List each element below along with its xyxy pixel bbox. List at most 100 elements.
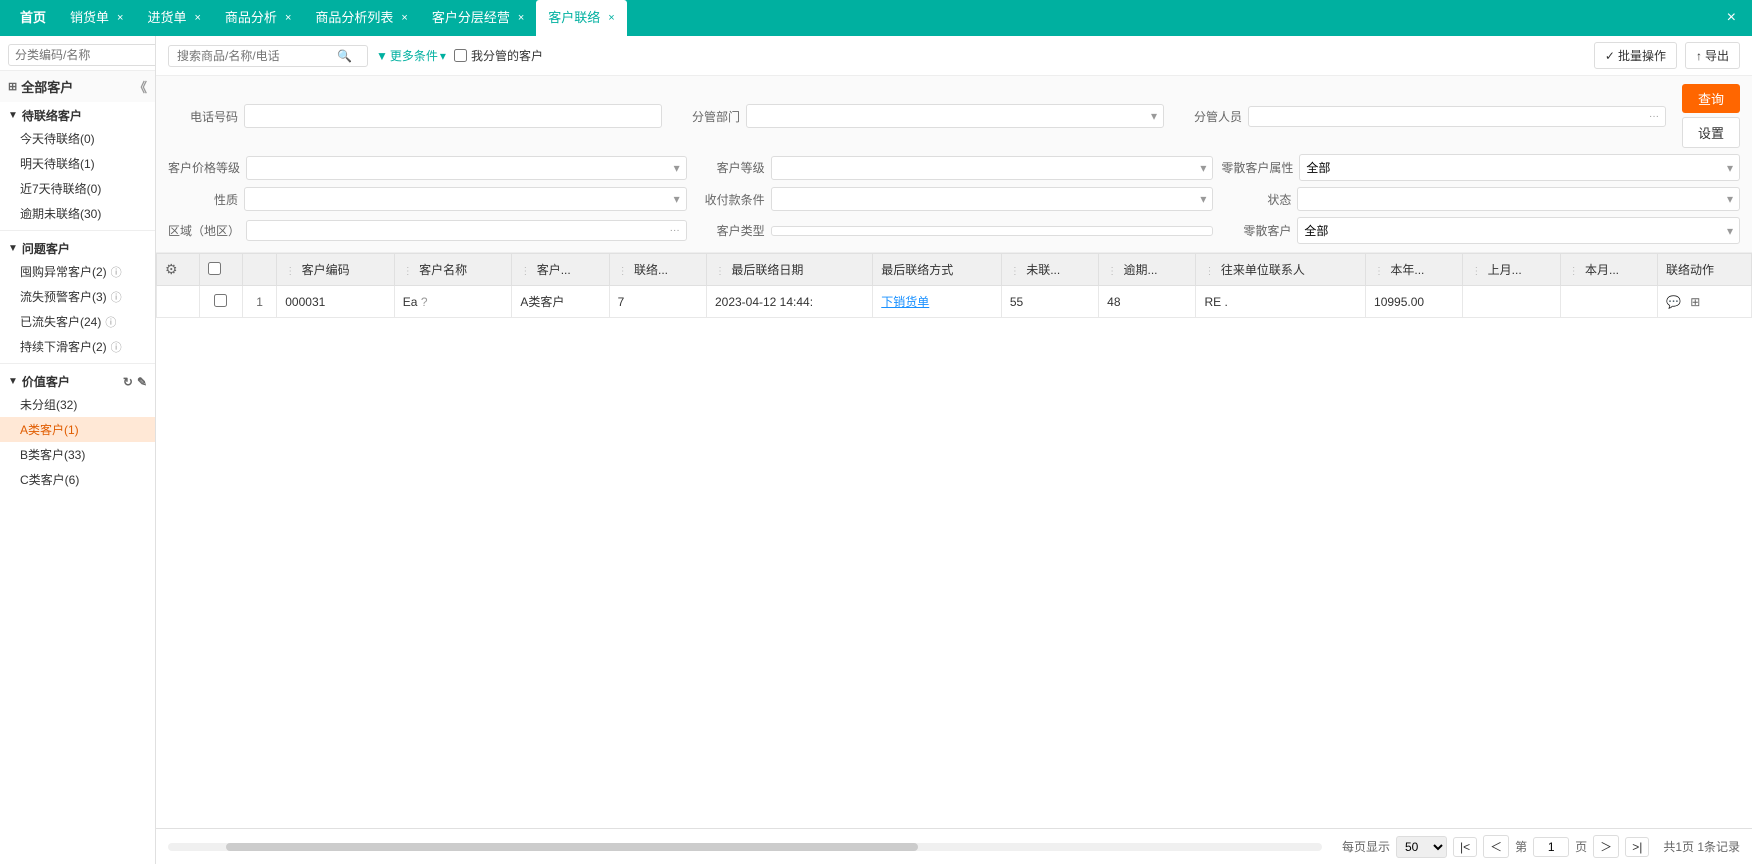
- col-handle-date: ⋮: [715, 266, 725, 277]
- refresh-icon[interactable]: ↻: [123, 375, 133, 389]
- close-customer-contact-tab[interactable]: ×: [608, 0, 614, 36]
- per-page-select[interactable]: 50 20 100: [1396, 836, 1447, 858]
- nav-purchase[interactable]: 进货单 ×: [135, 0, 212, 36]
- chat-icon[interactable]: 💬: [1666, 295, 1681, 309]
- col-contact[interactable]: ⋮ 联络...: [609, 254, 706, 286]
- col-handle-code: ⋮: [285, 266, 295, 277]
- row-last-month: [1463, 286, 1560, 318]
- close-app-button[interactable]: ×: [1719, 9, 1744, 27]
- edit-icon[interactable]: ✎: [137, 375, 147, 389]
- input-manager[interactable]: ···: [1248, 106, 1666, 127]
- field-price-level: 客户价格等级 ▾: [168, 156, 687, 180]
- sidebar-group-value[interactable]: ▼ 价值客户 ↻ ✎: [0, 368, 155, 392]
- page-suffix-label: 页: [1575, 838, 1587, 855]
- sidebar-item-tomorrow[interactable]: 明天待联络(1): [0, 151, 155, 176]
- col-last-date[interactable]: ⋮ 最后联络日期: [706, 254, 872, 286]
- col-handle-name: ⋮: [403, 266, 413, 277]
- table-row: 1 000031 Ea ? A类客户 7 2023-04-12 14:44: 下…: [157, 286, 1752, 318]
- my-customers-checkbox[interactable]: [454, 49, 467, 62]
- nav-sales[interactable]: 销货单 ×: [58, 0, 135, 36]
- chevron-scatter-icon: ▾: [1727, 161, 1733, 175]
- next-page-button[interactable]: ＞: [1593, 835, 1619, 858]
- col-this-year[interactable]: ⋮ 本年...: [1366, 254, 1463, 286]
- close-purchase-tab[interactable]: ×: [194, 0, 200, 36]
- filter-more-button[interactable]: ▼ 更多条件 ▾: [376, 47, 446, 64]
- select-payment[interactable]: ▾: [771, 187, 1214, 211]
- page-input[interactable]: [1533, 837, 1569, 857]
- sidebar-item-abnormal[interactable]: 囤购异常客户(2) ⓘ: [0, 259, 155, 284]
- select-price-level[interactable]: ▾: [246, 156, 687, 180]
- close-goods-list-tab[interactable]: ×: [401, 0, 407, 36]
- filter-search-icon[interactable]: 🔍: [337, 49, 352, 63]
- col-code[interactable]: ⋮ 客户编码: [277, 254, 395, 286]
- sidebar-item-today[interactable]: 今天待联络(0): [0, 126, 155, 151]
- close-goods-analysis-tab[interactable]: ×: [285, 0, 291, 36]
- row-this-year: 10995.00: [1366, 286, 1463, 318]
- col-this-month[interactable]: ⋮ 本月...: [1560, 254, 1657, 286]
- select-dept[interactable]: ▾: [746, 104, 1164, 128]
- prev-page-button[interactable]: ＜: [1483, 835, 1509, 858]
- nav-goods-analysis[interactable]: 商品分析 ×: [213, 0, 303, 36]
- input-customer-type[interactable]: [771, 226, 1214, 236]
- gear-icon[interactable]: ⚙: [165, 261, 178, 277]
- col-type[interactable]: ⋮ 客户...: [512, 254, 609, 286]
- row-checkbox[interactable]: [214, 294, 227, 307]
- col-uncontacted[interactable]: ⋮ 未联...: [1001, 254, 1098, 286]
- col-contact2[interactable]: ⋮ 往来单位联系人: [1196, 254, 1366, 286]
- col-overdue[interactable]: ⋮ 逾期...: [1099, 254, 1196, 286]
- sidebar-group-pending[interactable]: ▼ 待联络客户: [0, 102, 155, 126]
- export-button[interactable]: ↑ 导出: [1685, 42, 1740, 69]
- scrollbar-thumb: [226, 843, 918, 851]
- sidebar-item-b-class[interactable]: B类客户(33): [0, 442, 155, 467]
- settings-button[interactable]: 设置: [1682, 117, 1740, 148]
- col-name[interactable]: ⋮ 客户名称: [394, 254, 512, 286]
- col-last-method[interactable]: 最后联络方式: [873, 254, 1002, 286]
- select-nature[interactable]: ▾: [244, 187, 687, 211]
- col-handle-overdue: ⋮: [1107, 266, 1117, 277]
- sidebar-search-input[interactable]: [8, 44, 156, 66]
- input-region[interactable]: ···: [246, 220, 687, 241]
- query-button[interactable]: 查询: [1682, 84, 1740, 113]
- field-region: 区域（地区） ···: [168, 220, 687, 241]
- sidebar-item-lost[interactable]: 已流失客户(24) ⓘ: [0, 309, 155, 334]
- sidebar-item-c-class[interactable]: C类客户(6): [0, 467, 155, 492]
- last-method-link[interactable]: 下销货单: [881, 295, 929, 309]
- select-scatter-attr[interactable]: 全部 ▾: [1299, 154, 1740, 181]
- col-handle-contact: ⋮: [618, 266, 628, 277]
- sidebar: 🔍 ⊞ 全部客户 《 ▼ 待联络客户 今天待联络(0) 明天待联络(1) 近7天…: [0, 36, 156, 864]
- sidebar-collapse-icon[interactable]: 《: [134, 77, 147, 96]
- sidebar-item-week[interactable]: 近7天待联络(0): [0, 176, 155, 201]
- last-page-button[interactable]: >|: [1625, 837, 1649, 857]
- qr-icon[interactable]: ⊞: [1690, 295, 1700, 309]
- nav-customer-tier[interactable]: 客户分层经营 ×: [420, 0, 536, 36]
- select-scatter[interactable]: 全部 ▾: [1297, 217, 1740, 244]
- nav-customer-contact[interactable]: 客户联络 ×: [536, 0, 626, 36]
- bulk-ops-button[interactable]: ✓ 批量操作: [1594, 42, 1677, 69]
- sidebar-item-a-class[interactable]: A类客户(1): [0, 417, 155, 442]
- sidebar-item-overdue[interactable]: 逾期未联络(30): [0, 201, 155, 226]
- nav-goods-list[interactable]: 商品分析列表 ×: [303, 0, 419, 36]
- row-actions: 💬 ⊞: [1657, 286, 1751, 318]
- select-all-checkbox[interactable]: [208, 262, 221, 275]
- sidebar-item-ungrouped[interactable]: 未分组(32): [0, 392, 155, 417]
- filter-search-input[interactable]: [177, 49, 337, 63]
- nav-home[interactable]: 首页: [8, 0, 58, 36]
- sidebar-item-warning[interactable]: 流失预警客户(3) ⓘ: [0, 284, 155, 309]
- input-phone[interactable]: [244, 104, 662, 128]
- first-page-button[interactable]: |<: [1453, 837, 1477, 857]
- chevron-nature-icon: ▾: [674, 192, 680, 206]
- sidebar-group-problems[interactable]: ▼ 问题客户: [0, 235, 155, 259]
- row-last-method[interactable]: 下销货单: [873, 286, 1002, 318]
- close-customer-tier-tab[interactable]: ×: [518, 0, 524, 36]
- select-customer-level[interactable]: ▾: [771, 156, 1214, 180]
- sidebar-item-declining[interactable]: 持续下滑客户(2) ⓘ: [0, 334, 155, 359]
- sidebar-all-customers[interactable]: ⊞ 全部客户 《: [0, 71, 155, 102]
- horizontal-scrollbar[interactable]: [168, 843, 1322, 851]
- col-handle-lmonth: ⋮: [1471, 266, 1481, 277]
- col-gear[interactable]: ⚙: [157, 254, 200, 286]
- row-this-month: [1560, 286, 1657, 318]
- close-sales-tab[interactable]: ×: [117, 0, 123, 36]
- col-last-month[interactable]: ⋮ 上月...: [1463, 254, 1560, 286]
- phone-input[interactable]: [251, 109, 655, 123]
- select-status[interactable]: ▾: [1297, 187, 1740, 211]
